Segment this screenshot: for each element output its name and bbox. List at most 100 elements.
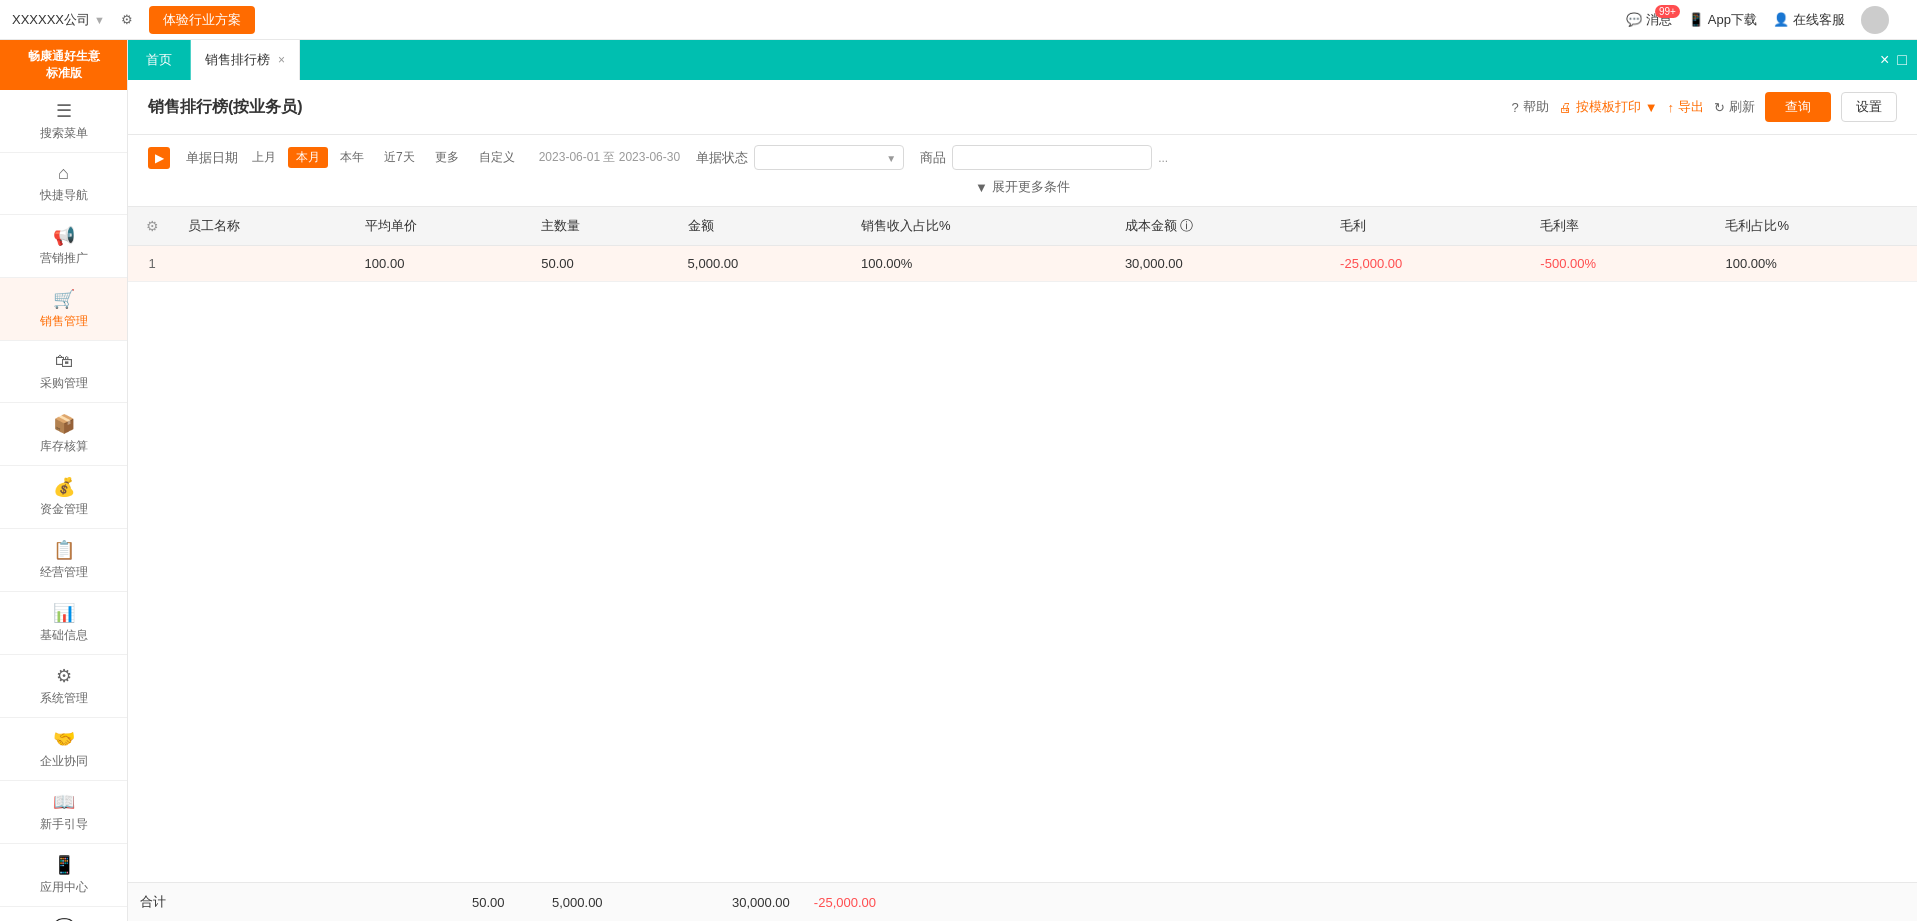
avatar[interactable]: [1861, 6, 1889, 34]
date-tab-this-month[interactable]: 本月: [288, 147, 328, 168]
filter-row: ▶ 单据日期 上月 本月 本年 近7天 更多 自定义: [148, 145, 1897, 170]
cell-amount: 5,000.00: [676, 246, 849, 282]
cell-gross-rate: -500.00%: [1528, 246, 1713, 282]
cell-avg-price: 100.00: [353, 246, 530, 282]
col-settings: ⚙: [128, 207, 176, 246]
sidebar-item-marketing[interactable]: 📢 营销推广: [0, 215, 127, 278]
table-area: ⚙ 员工名称 平均单价 主数量 金额 销售收入占比% 成本金额 ⓘ 毛利 毛利率…: [128, 207, 1917, 882]
goods-filter-label: 商品: [920, 149, 946, 167]
status-filter-label: 单据状态: [696, 149, 748, 167]
message-button[interactable]: 💬 消息 99+: [1626, 11, 1672, 29]
goods-input[interactable]: [952, 145, 1152, 170]
print-button[interactable]: 🖨 按模板打印 ▼: [1559, 98, 1658, 116]
filter-toggle-button[interactable]: ▶: [148, 147, 170, 169]
date-filter: 单据日期 上月 本月 本年 近7天 更多 自定义: [186, 147, 523, 168]
status-select[interactable]: [754, 145, 904, 170]
logo-text: 畅康通好生意 标准版: [28, 48, 100, 82]
page-title: 销售排行榜(按业务员): [148, 97, 303, 118]
tab-sales-ranking[interactable]: 销售排行榜 ×: [191, 40, 300, 80]
sidebar-item-search[interactable]: ☰ 搜索菜单: [0, 90, 127, 153]
cell-name: [176, 246, 353, 282]
tab-bar-right: × □: [1870, 51, 1917, 69]
expand-button[interactable]: ▼ 展开更多条件: [975, 178, 1070, 196]
cell-cost: 30,000.00: [1113, 246, 1328, 282]
col-gross-pct: 毛利占比%: [1713, 207, 1917, 246]
sidebar-item-basic-info[interactable]: 📊 基础信息: [0, 592, 127, 655]
help-button[interactable]: ? 帮助: [1511, 98, 1548, 116]
export-button[interactable]: ↑ 导出: [1668, 98, 1705, 116]
app-download-button[interactable]: 📱 App下载: [1688, 11, 1757, 29]
sidebar-item-quick-nav[interactable]: ⌂ 快捷导航: [0, 153, 127, 215]
sidebar-item-wechat[interactable]: 💬 企业微信: [0, 907, 127, 921]
footer-qty: 50.00: [460, 895, 540, 910]
refresh-button[interactable]: ↻ 刷新: [1714, 98, 1755, 116]
footer-cells: 50.00 5,000.00 30,000.00 -25,000.00: [340, 895, 1905, 910]
column-settings-icon[interactable]: ⚙: [146, 218, 159, 234]
main-layout: 畅康通好生意 标准版 ☰ 搜索菜单 ⌂ 快捷导航 📢 营销推广 🛒 销售管理 🛍…: [0, 40, 1917, 921]
footer-cost: 30,000.00: [720, 895, 802, 910]
date-filter-label: 单据日期: [186, 149, 238, 167]
expand-label: 展开更多条件: [992, 178, 1070, 196]
sidebar-item-label: 搜索菜单: [40, 125, 88, 142]
wechat-icon: 💬: [53, 917, 75, 921]
table-header: ⚙ 员工名称 平均单价 主数量 金额 销售收入占比% 成本金额 ⓘ 毛利 毛利率…: [128, 207, 1917, 246]
sidebar-item-label: 采购管理: [40, 375, 88, 392]
sidebar-item-guide[interactable]: 📖 新手引导: [0, 781, 127, 844]
sidebar-item-app-center[interactable]: 📱 应用中心: [0, 844, 127, 907]
tab-sales-ranking-label: 销售排行榜: [205, 51, 270, 69]
message-icon: 💬: [1626, 12, 1642, 27]
table-header-row: ⚙ 员工名称 平均单价 主数量 金额 销售收入占比% 成本金额 ⓘ 毛利 毛利率…: [128, 207, 1917, 246]
tab-bar: 首页 销售排行榜 × × □: [128, 40, 1917, 80]
online-service-button[interactable]: 👤 在线客服: [1773, 11, 1845, 29]
main-content: 首页 销售排行榜 × × □ 销售排行榜(按业务员) ? 帮助: [128, 40, 1917, 921]
col-gross-rate: 毛利率: [1528, 207, 1713, 246]
sidebar-item-purchase[interactable]: 🛍 采购管理: [0, 341, 127, 403]
company-selector[interactable]: XXXXXX公司 ▼: [12, 11, 105, 29]
tab-minimize-button[interactable]: ×: [1880, 51, 1889, 69]
settings-icon[interactable]: ⚙: [113, 6, 141, 34]
sidebar-item-finance[interactable]: 💰 资金管理: [0, 466, 127, 529]
sidebar-item-label: 营销推广: [40, 250, 88, 267]
cell-qty: 50.00: [529, 246, 675, 282]
goods-more-button[interactable]: ...: [1158, 151, 1168, 165]
tab-home[interactable]: 首页: [128, 40, 191, 80]
expand-row: ▼ 展开更多条件: [148, 178, 1897, 196]
guide-icon: 📖: [53, 791, 75, 813]
operation-icon: 📋: [53, 539, 75, 561]
date-tab-last-month[interactable]: 上月: [244, 147, 284, 168]
sidebar-item-label: 系统管理: [40, 690, 88, 707]
query-button[interactable]: 查询: [1765, 92, 1831, 122]
inventory-icon: 📦: [53, 413, 75, 435]
print-chevron-icon: ▼: [1645, 100, 1658, 115]
refresh-icon: ↻: [1714, 100, 1725, 115]
col-cost: 成本金额 ⓘ: [1113, 207, 1328, 246]
sidebar-item-system[interactable]: ⚙ 系统管理: [0, 655, 127, 718]
table-body: 1 100.00 50.00 5,000.00 100.00% 30,000.0…: [128, 246, 1917, 282]
message-badge: 99+: [1655, 5, 1680, 18]
tab-close-icon[interactable]: ×: [278, 53, 285, 67]
app-download-label: App下载: [1708, 11, 1757, 29]
home-icon: ⌂: [58, 163, 69, 184]
goods-filter: 商品 ...: [920, 145, 1168, 170]
date-tab-more[interactable]: 更多: [427, 147, 467, 168]
purchase-icon: 🛍: [55, 351, 73, 372]
basic-info-icon: 📊: [53, 602, 75, 624]
table-footer: 合计 50.00 5,000.00 30,000.00 -25,000.00: [128, 882, 1917, 921]
date-tabs: 上月 本月 本年 近7天 更多 自定义: [244, 147, 523, 168]
company-name: XXXXXX公司: [12, 11, 90, 29]
date-tab-7days[interactable]: 近7天: [376, 147, 423, 168]
tab-maximize-button[interactable]: □: [1897, 51, 1907, 69]
settings-button[interactable]: 设置: [1841, 92, 1897, 122]
industry-button[interactable]: 体验行业方案: [149, 6, 255, 34]
finance-icon: 💰: [53, 476, 75, 498]
sidebar-item-inventory[interactable]: 📦 库存核算: [0, 403, 127, 466]
date-tab-custom[interactable]: 自定义: [471, 147, 523, 168]
sidebar-item-sales[interactable]: 🛒 销售管理: [0, 278, 127, 341]
print-icon: 🖨: [1559, 100, 1572, 115]
sidebar-logo: 畅康通好生意 标准版: [0, 40, 127, 90]
date-tab-this-year[interactable]: 本年: [332, 147, 372, 168]
marketing-icon: 📢: [53, 225, 75, 247]
sidebar-item-operation[interactable]: 📋 经营管理: [0, 529, 127, 592]
footer-amount: 5,000.00: [540, 895, 620, 910]
sidebar-item-enterprise[interactable]: 🤝 企业协同: [0, 718, 127, 781]
